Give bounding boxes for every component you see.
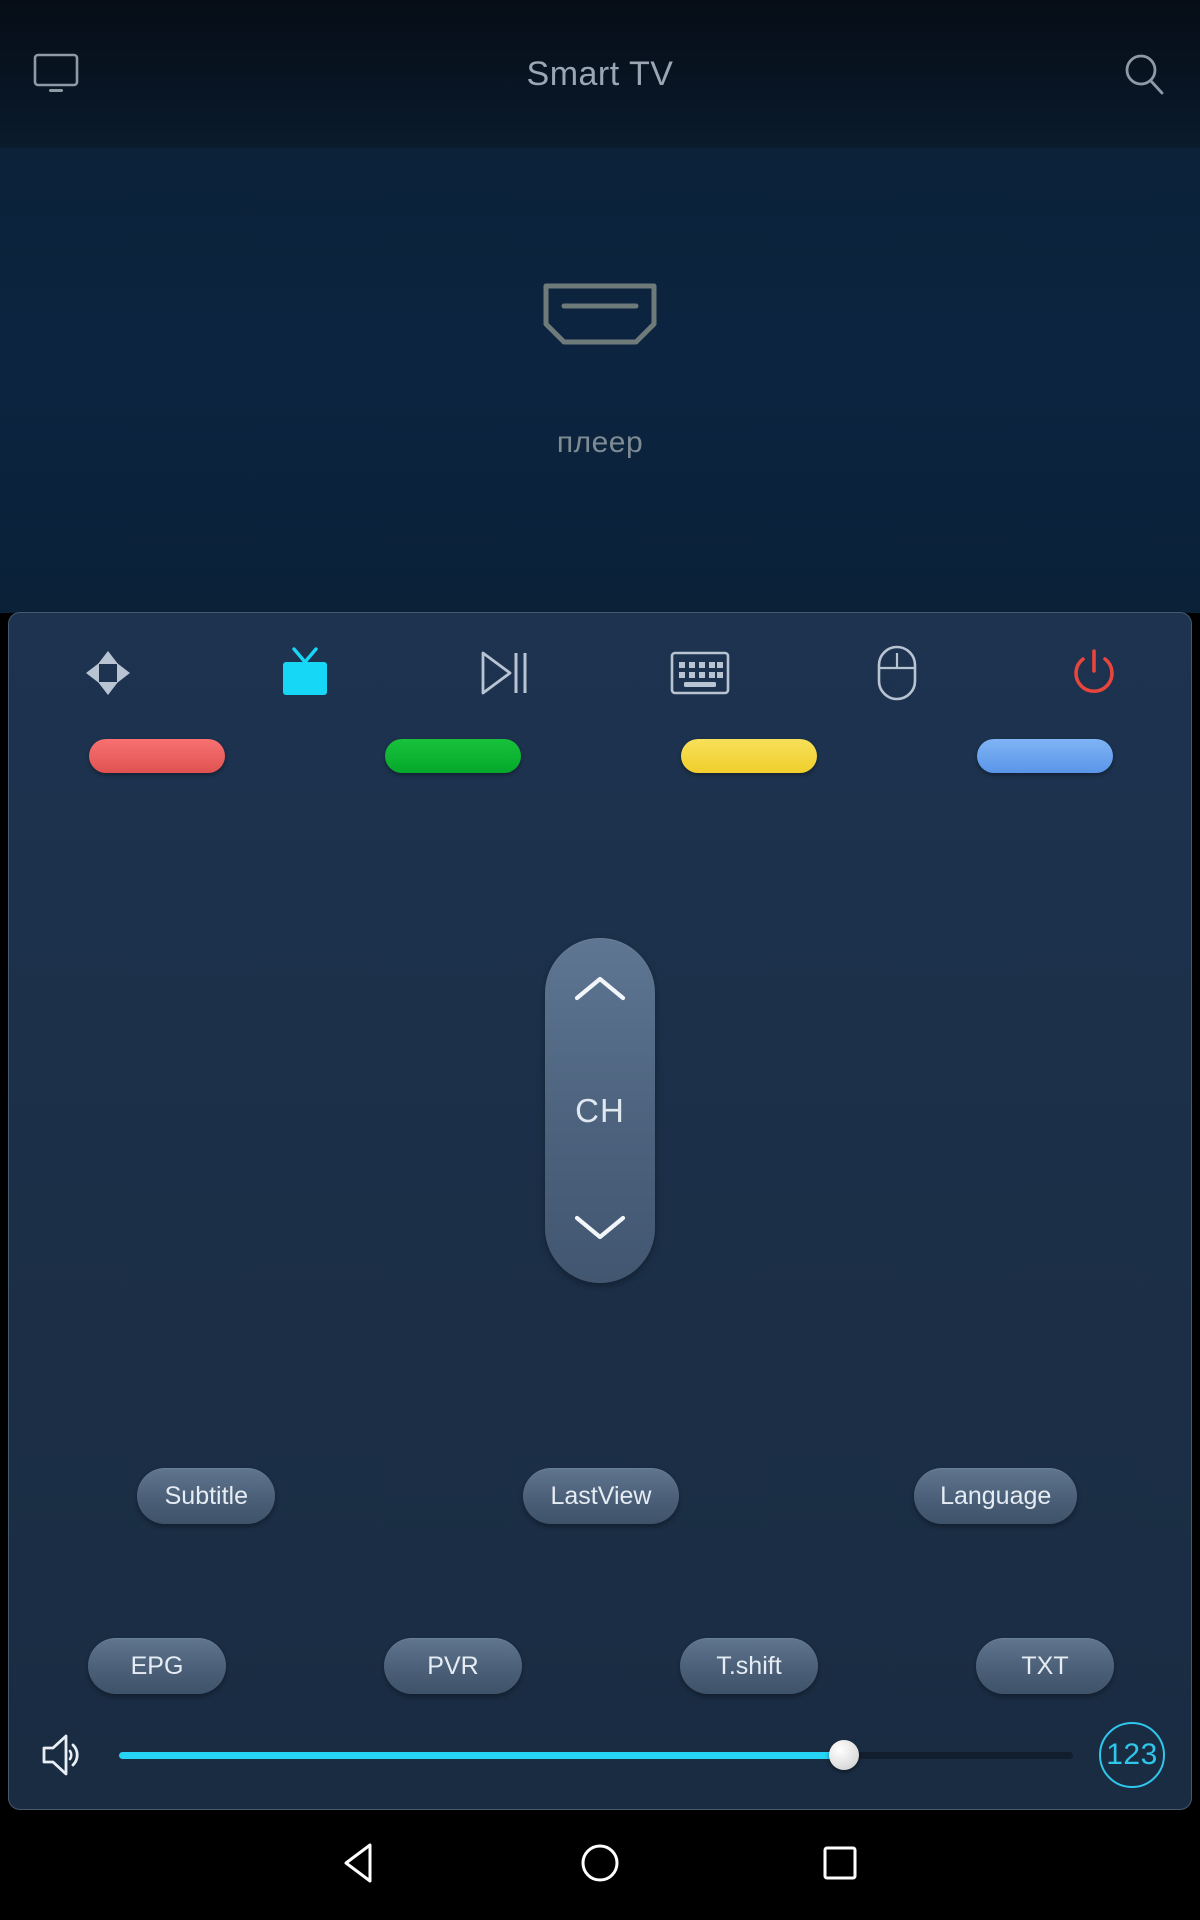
numpad-button[interactable]: 123 (1099, 1722, 1165, 1788)
pvr-button[interactable]: PVR (384, 1638, 522, 1694)
volume-bar: 123 (9, 1701, 1191, 1809)
timeshift-button[interactable]: T.shift (680, 1638, 818, 1694)
mode-toolbar (9, 627, 1191, 723)
volume-thumb[interactable] (829, 1740, 860, 1770)
app-header: Smart TV (0, 0, 1200, 148)
hdmi-icon[interactable] (536, 278, 664, 354)
color-button-blue-cell (897, 739, 1191, 773)
nav-recents-button[interactable] (805, 1830, 875, 1900)
tshift-cell: T.shift (601, 1638, 897, 1694)
mode-button-power[interactable] (996, 627, 1191, 723)
epg-cell: EPG (9, 1638, 305, 1694)
power-icon (1066, 645, 1122, 706)
mode-button-keyboard[interactable] (601, 627, 798, 723)
color-button-yellow[interactable] (681, 739, 817, 773)
android-navbar (0, 1810, 1200, 1920)
subtitle-button[interactable]: Subtitle (137, 1468, 276, 1524)
mouse-icon (876, 644, 918, 707)
app-root: Smart TV плеер CH Subtitle LastView Lang… (0, 0, 1200, 1920)
dpad-icon (80, 645, 136, 706)
color-button-row (9, 739, 1191, 773)
channel-up-button[interactable] (571, 972, 629, 1011)
language-cell: Language (798, 1468, 1191, 1524)
page-title: Smart TV (526, 54, 674, 93)
back-triangle-icon (340, 1841, 380, 1890)
nav-home-button[interactable] (565, 1830, 635, 1900)
home-circle-icon (578, 1841, 622, 1890)
channel-down-button[interactable] (571, 1210, 629, 1249)
keyboard-icon (670, 649, 730, 702)
source-stage: плеер (0, 148, 1200, 613)
remote-panel: CH Subtitle LastView Language EPG PVR T.… (8, 612, 1192, 1810)
search-icon[interactable] (1112, 42, 1176, 106)
txt-cell: TXT (897, 1638, 1191, 1694)
volume-icon[interactable] (37, 1726, 95, 1784)
volume-fill (119, 1751, 845, 1759)
pvr-cell: PVR (305, 1638, 601, 1694)
channel-label: CH (575, 1091, 625, 1129)
language-button[interactable]: Language (914, 1468, 1078, 1524)
recents-square-icon (819, 1842, 861, 1889)
channel-rocker: CH (545, 938, 655, 1283)
teletext-button[interactable]: TXT (976, 1638, 1114, 1694)
function-row-2: EPG PVR T.shift TXT (9, 1638, 1191, 1694)
source-label: плеер (556, 426, 644, 459)
epg-button[interactable]: EPG (88, 1638, 226, 1694)
color-button-green-cell (305, 739, 601, 773)
nav-back-button[interactable] (325, 1830, 395, 1900)
mode-button-dpad[interactable] (9, 627, 206, 723)
lastview-button[interactable]: LastView (523, 1468, 679, 1524)
color-button-yellow-cell (601, 739, 897, 773)
color-button-red[interactable] (89, 739, 225, 773)
volume-slider[interactable] (119, 1735, 1073, 1775)
color-button-red-cell (9, 739, 305, 773)
color-button-green[interactable] (385, 739, 521, 773)
subtitle-cell: Subtitle (9, 1468, 404, 1524)
play-pause-icon (474, 645, 530, 706)
function-row-1: Subtitle LastView Language (9, 1468, 1191, 1524)
mode-button-media[interactable] (404, 627, 601, 723)
mode-button-mouse[interactable] (798, 627, 995, 723)
mode-button-tv[interactable] (206, 627, 403, 723)
lastview-cell: LastView (404, 1468, 799, 1524)
color-button-blue[interactable] (977, 739, 1113, 773)
tv-icon (276, 645, 334, 706)
monitor-icon[interactable] (24, 42, 88, 106)
